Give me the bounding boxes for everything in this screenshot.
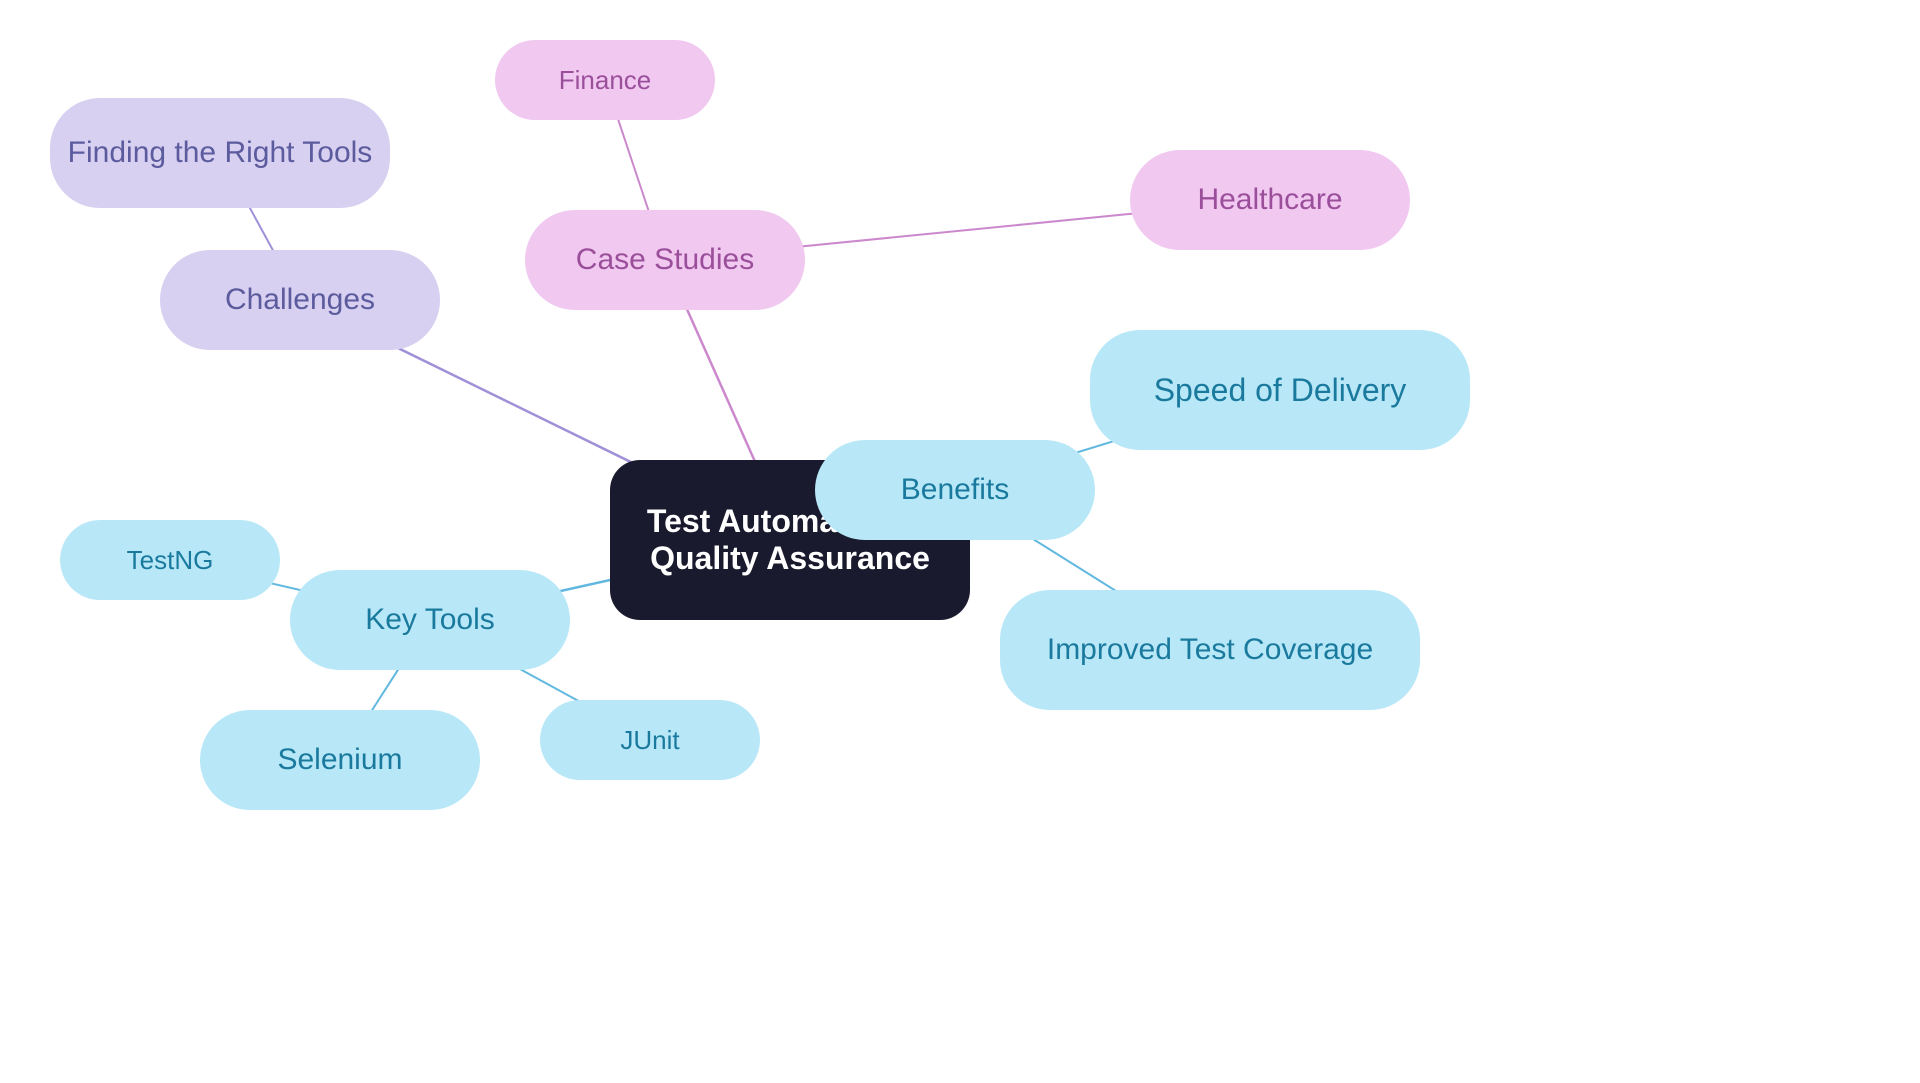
- speed-of-delivery-node[interactable]: Speed of Delivery: [1090, 330, 1470, 450]
- selenium-label: Selenium: [277, 743, 402, 777]
- finance-label: Finance: [559, 65, 652, 96]
- healthcare-label: Healthcare: [1197, 183, 1342, 217]
- benefits-node[interactable]: Benefits: [815, 440, 1095, 540]
- challenges-node[interactable]: Challenges: [160, 250, 440, 350]
- key-tools-label: Key Tools: [365, 603, 495, 637]
- key-tools-node[interactable]: Key Tools: [290, 570, 570, 670]
- healthcare-node[interactable]: Healthcare: [1130, 150, 1410, 250]
- improved-test-coverage-node[interactable]: Improved Test Coverage: [1000, 590, 1420, 710]
- junit-label: JUnit: [620, 725, 679, 756]
- speed-of-delivery-label: Speed of Delivery: [1154, 372, 1407, 409]
- finding-right-tools-label: Finding the Right Tools: [68, 136, 373, 170]
- case-studies-node[interactable]: Case Studies: [525, 210, 805, 310]
- testng-node[interactable]: TestNG: [60, 520, 280, 600]
- finding-right-tools-node[interactable]: Finding the Right Tools: [50, 98, 390, 208]
- case-studies-label: Case Studies: [576, 243, 754, 277]
- finance-node[interactable]: Finance: [495, 40, 715, 120]
- benefits-label: Benefits: [901, 473, 1009, 507]
- junit-node[interactable]: JUnit: [540, 700, 760, 780]
- testng-label: TestNG: [127, 545, 214, 576]
- improved-test-coverage-label: Improved Test Coverage: [1047, 633, 1373, 667]
- challenges-label: Challenges: [225, 283, 375, 317]
- selenium-node[interactable]: Selenium: [200, 710, 480, 810]
